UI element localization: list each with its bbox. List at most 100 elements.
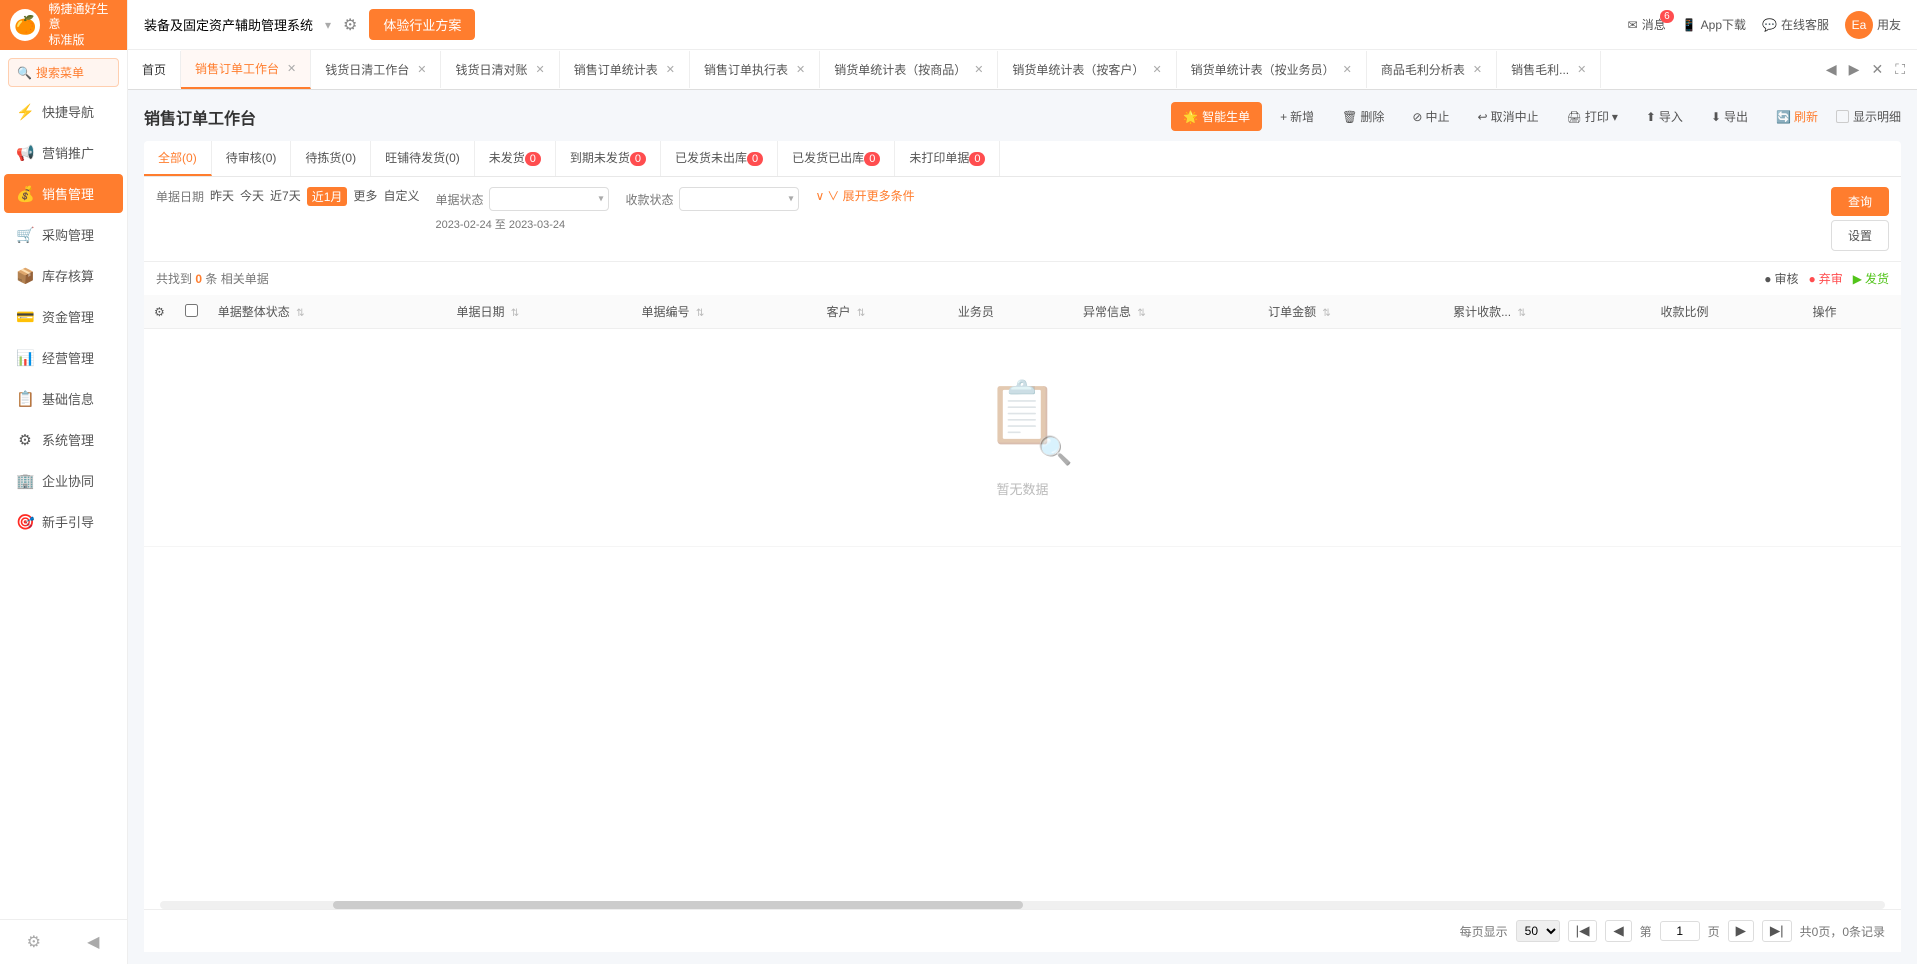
status-select[interactable] xyxy=(489,187,609,211)
scrollbar-thumb[interactable] xyxy=(333,901,1023,909)
tab-scroll-left-button[interactable]: ◀ xyxy=(1822,59,1841,80)
tab-sales-order-stats[interactable]: 销售订单统计表 ✕ xyxy=(560,51,690,88)
app-download-button[interactable]: 📱 App下载 xyxy=(1682,16,1746,33)
delete-button[interactable]: 🗑 删除 xyxy=(1332,102,1394,131)
last-page-button[interactable]: ▶| xyxy=(1762,920,1792,942)
tab-close-icon[interactable]: ✕ xyxy=(1473,63,1482,76)
tab-close-all-button[interactable]: ✕ xyxy=(1867,59,1887,80)
sidebar-collapse-button[interactable]: ◀ xyxy=(68,928,120,956)
tab-close-icon[interactable]: ✕ xyxy=(1577,63,1586,76)
tab-sales-stats-product[interactable]: 销货单统计表（按商品） ✕ xyxy=(820,51,998,88)
tab-close-icon[interactable]: ✕ xyxy=(666,63,675,76)
th-checkbox[interactable] xyxy=(175,295,208,329)
th-order-amount[interactable]: 订单金额 ⇅ xyxy=(1258,295,1443,329)
tab-sales-stats-salesman[interactable]: 销货单统计表（按业务员） ✕ xyxy=(1177,51,1367,88)
th-customer[interactable]: 客户 ⇅ xyxy=(816,295,947,329)
sub-tab-pending-pickup[interactable]: 待拣货(0) xyxy=(291,141,371,176)
sub-tab-shipped-not-out[interactable]: 已发货未出库0 xyxy=(661,141,778,176)
sub-tab-wangpu[interactable]: 旺铺待发货(0) xyxy=(371,141,475,176)
date-today[interactable]: 今天 xyxy=(240,187,264,206)
page-number-input[interactable] xyxy=(1660,921,1700,941)
tab-cash-daily[interactable]: 钱货日清工作台 ✕ xyxy=(311,51,441,88)
user-menu[interactable]: Ea 用友 xyxy=(1845,11,1901,39)
sub-tab-shipped-out[interactable]: 已发货已出库0 xyxy=(778,141,895,176)
th-doc-status[interactable]: 单据整体状态 ⇅ xyxy=(208,295,447,329)
show-detail-checkbox[interactable] xyxy=(1836,110,1849,123)
export-button[interactable]: ⬇ 导出 xyxy=(1701,102,1758,131)
tab-home[interactable]: 首页 xyxy=(128,51,181,88)
sidebar-item-sales[interactable]: 💰 销售管理 xyxy=(4,174,123,213)
th-doc-no[interactable]: 单据编号 ⇅ xyxy=(631,295,816,329)
date-1month[interactable]: 近1月 xyxy=(307,187,348,206)
first-page-button[interactable]: |◀ xyxy=(1568,920,1598,942)
add-button[interactable]: + 新增 xyxy=(1270,102,1324,131)
refresh-button[interactable]: 🔄 刷新 xyxy=(1766,102,1828,131)
sidebar-item-marketing[interactable]: 📢 营销推广 xyxy=(4,133,123,172)
th-salesman[interactable]: 业务员 xyxy=(948,295,1073,329)
sub-tab-expired-not-shipped[interactable]: 到期未发货0 xyxy=(556,141,661,176)
batch-cancel-review-button[interactable]: ● 弃审 xyxy=(1808,270,1842,287)
collect-select[interactable] xyxy=(679,187,799,211)
horizontal-scrollbar[interactable] xyxy=(160,901,1885,909)
tab-close-icon[interactable]: ✕ xyxy=(974,63,983,76)
tab-close-icon[interactable]: ✕ xyxy=(1343,63,1352,76)
tab-sales-order-workbench[interactable]: 销售订单工作台 ✕ xyxy=(181,50,311,89)
date-custom[interactable]: 自定义 xyxy=(383,187,419,206)
tab-close-icon[interactable]: ✕ xyxy=(417,63,426,76)
tab-close-icon[interactable]: ✕ xyxy=(796,63,805,76)
th-doc-date[interactable]: 单据日期 ⇅ xyxy=(446,295,631,329)
tab-sales-order-exec[interactable]: 销售订单执行表 ✕ xyxy=(690,51,820,88)
tab-close-icon[interactable]: ✕ xyxy=(1152,63,1161,76)
tab-close-icon[interactable]: ✕ xyxy=(287,62,296,75)
online-service-button[interactable]: 💬 在线客服 xyxy=(1762,16,1829,33)
tab-sales-gross[interactable]: 销售毛利... ✕ xyxy=(1497,51,1601,88)
stop-button[interactable]: ⊘ 中止 xyxy=(1402,102,1459,131)
batch-review-button[interactable]: ● 审核 xyxy=(1764,270,1798,287)
tab-product-margin[interactable]: 商品毛利分析表 ✕ xyxy=(1367,51,1497,88)
sidebar-item-inventory[interactable]: 📦 库存核算 xyxy=(4,256,123,295)
sidebar-item-enterprise[interactable]: 🏢 企业协同 xyxy=(4,461,123,500)
message-button[interactable]: ✉ 6 消息 xyxy=(1628,16,1666,33)
filter-settings-button[interactable]: 设置 xyxy=(1831,220,1889,251)
tab-cash-reconcile[interactable]: 钱货日清对账 ✕ xyxy=(441,51,559,88)
date-more[interactable]: 更多 xyxy=(353,187,377,206)
search-menu-button[interactable]: 🔍 搜索菜单 xyxy=(8,58,119,87)
sidebar-item-operations[interactable]: 📊 经营管理 xyxy=(4,338,123,377)
marketing-icon: 📢 xyxy=(16,144,34,162)
next-page-button[interactable]: ▶ xyxy=(1728,920,1754,942)
print-button[interactable]: 🖨 打印 ▾ xyxy=(1557,102,1628,131)
date-7days[interactable]: 近7天 xyxy=(270,187,301,206)
expand-filter-button[interactable]: ∨ ∨ 展开更多条件 xyxy=(815,187,914,204)
tab-expand-button[interactable]: ⛶ xyxy=(1891,59,1909,80)
th-settings[interactable]: ⚙ xyxy=(144,295,175,329)
industry-solution-button[interactable]: 体验行业方案 xyxy=(369,9,475,40)
th-collected[interactable]: 累计收款... ⇅ xyxy=(1443,295,1650,329)
date-yesterday[interactable]: 昨天 xyxy=(210,187,234,206)
sidebar-item-purchase[interactable]: 🛒 采购管理 xyxy=(4,215,123,254)
tab-scroll-right-button[interactable]: ▶ xyxy=(1845,59,1864,80)
sub-tab-pending-review[interactable]: 待审核(0) xyxy=(212,141,292,176)
sidebar-item-quick-nav[interactable]: ⚡ 快捷导航 xyxy=(4,92,123,131)
cancel-stop-button[interactable]: ↩ 取消中止 xyxy=(1468,102,1549,131)
sub-tab-all[interactable]: 全部(0) xyxy=(144,141,212,176)
show-detail-label[interactable]: 显示明细 xyxy=(1836,108,1901,125)
th-abnormal[interactable]: 异常信息 ⇅ xyxy=(1073,295,1258,329)
sidebar-item-system[interactable]: ⚙ 系统管理 xyxy=(4,420,123,459)
sidebar-item-finance[interactable]: 💳 资金管理 xyxy=(4,297,123,336)
select-all-checkbox[interactable] xyxy=(185,304,198,317)
topbar-gear-icon[interactable]: ⚙ xyxy=(343,15,357,35)
sub-tab-not-printed[interactable]: 未打印单据0 xyxy=(895,141,1000,176)
tab-sales-stats-customer[interactable]: 销货单统计表（按客户） ✕ xyxy=(998,51,1176,88)
sidebar-item-basic-info[interactable]: 📋 基础信息 xyxy=(4,379,123,418)
sidebar-settings-button[interactable]: ⚙ xyxy=(8,928,60,956)
smart-create-button[interactable]: 🌟 智能生单 xyxy=(1171,102,1262,131)
query-button[interactable]: 查询 xyxy=(1831,187,1889,216)
table-scroll[interactable]: ⚙ 单据整体状态 ⇅ 单据日期 ⇅ xyxy=(144,295,1901,901)
tab-close-icon[interactable]: ✕ xyxy=(536,63,545,76)
per-page-select[interactable]: 50 xyxy=(1516,920,1560,942)
sidebar-item-guide[interactable]: 🎯 新手引导 xyxy=(4,502,123,541)
sub-tab-not-shipped[interactable]: 未发货0 xyxy=(475,141,556,176)
batch-ship-button[interactable]: ▶ 发货 xyxy=(1853,270,1889,287)
prev-page-button[interactable]: ◀ xyxy=(1605,920,1631,942)
import-button[interactable]: ⬆ 导入 xyxy=(1636,102,1693,131)
